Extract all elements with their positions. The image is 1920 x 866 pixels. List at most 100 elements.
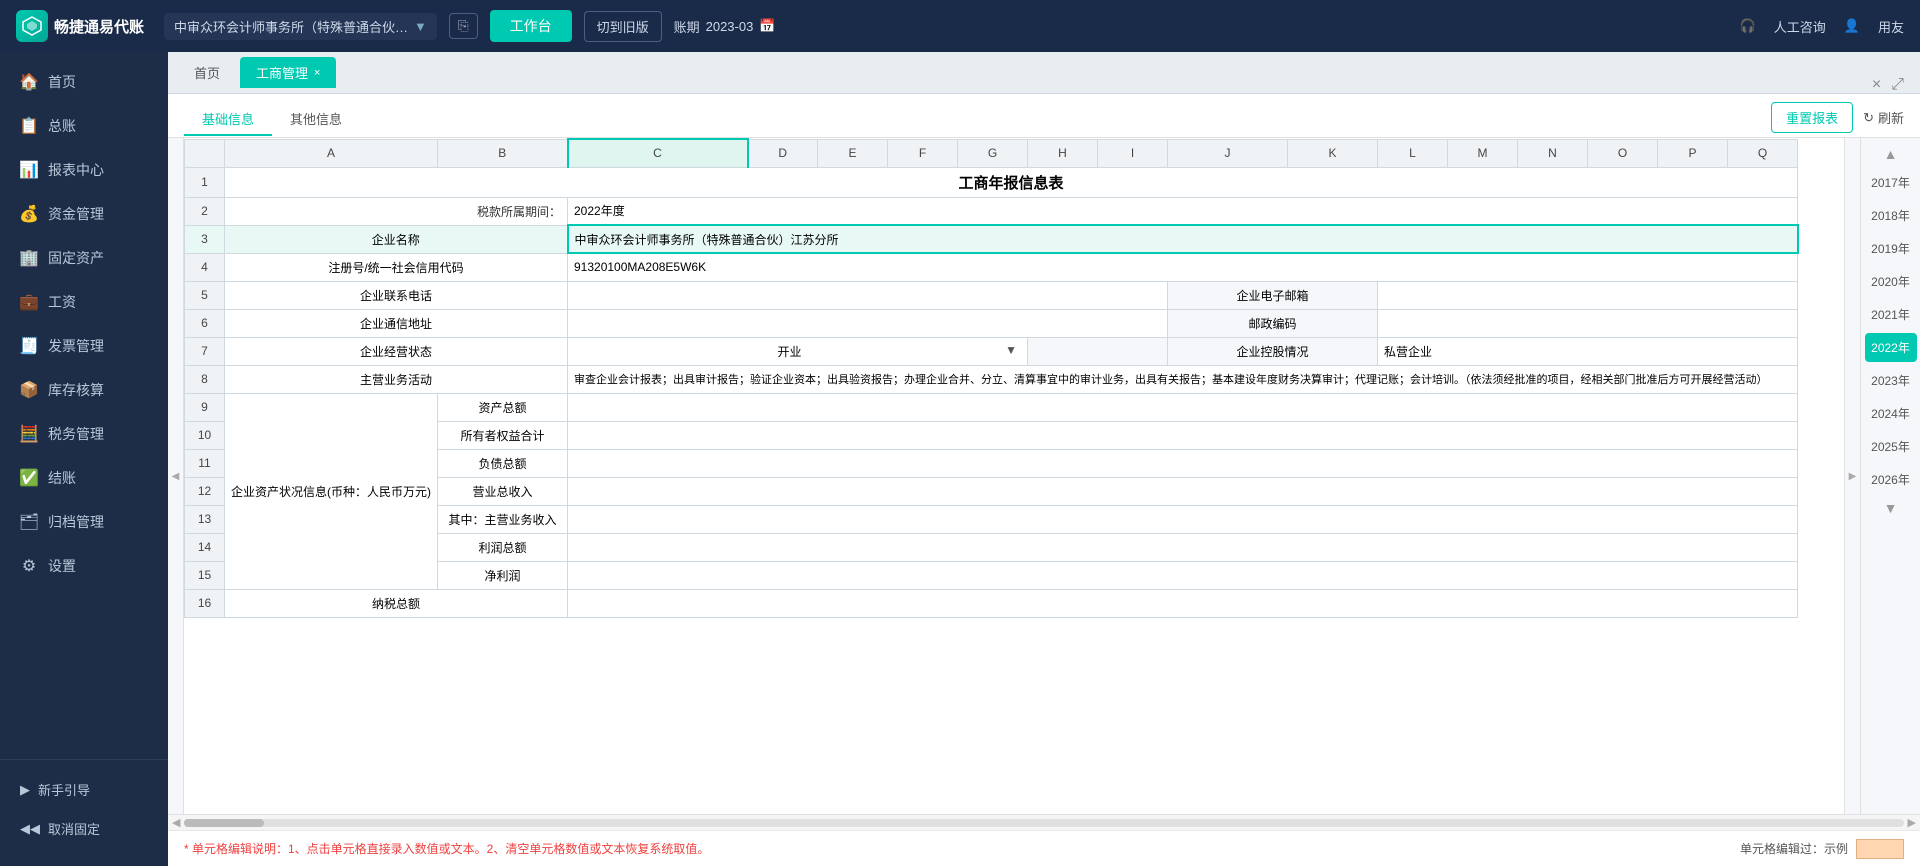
year-up-icon: ▲: [1884, 146, 1898, 162]
biz-status-value-cell[interactable]: 开业 ▼: [568, 337, 1028, 365]
year-item-2026[interactable]: 2026年: [1865, 465, 1917, 494]
year-scroll-up-btn[interactable]: ▲: [1875, 142, 1907, 166]
workbench-button[interactable]: 工作台: [490, 10, 572, 42]
sidebar-label-finance: 资金管理: [48, 204, 104, 224]
net-profit-label: 净利润: [438, 561, 568, 589]
phone-value-cell[interactable]: [568, 281, 1168, 309]
row-num-15: 15: [185, 561, 225, 589]
reset-report-button[interactable]: 重置报表: [1771, 102, 1853, 133]
sidebar-item-archive[interactable]: 🗂 归档管理: [0, 500, 168, 544]
total-profit-value-cell[interactable]: [568, 533, 1798, 561]
liability-value-cell[interactable]: [568, 449, 1798, 477]
calendar-icon[interactable]: 📅: [759, 18, 775, 34]
sidebar-label-archive: 归档管理: [48, 512, 104, 532]
year-item-2020[interactable]: 2020年: [1865, 267, 1917, 296]
user-label[interactable]: 用友: [1878, 17, 1904, 36]
year-scroll-down-btn[interactable]: ▼: [1875, 496, 1907, 520]
col-header-h[interactable]: H: [1028, 139, 1098, 167]
sidebar-item-guide[interactable]: ▶ 新手引导: [0, 770, 168, 809]
net-profit-value-cell[interactable]: [568, 561, 1798, 589]
postcode-value-cell[interactable]: [1378, 309, 1798, 337]
year-item-2023[interactable]: 2023年: [1865, 366, 1917, 395]
equity-label: 所有者权益合计: [438, 421, 568, 449]
col-header-i[interactable]: I: [1098, 139, 1168, 167]
hscroll-right-arrow[interactable]: ▶: [1908, 816, 1916, 829]
sidebar-item-invoice[interactable]: 🧾 发票管理: [0, 324, 168, 368]
equity-value-cell[interactable]: [568, 421, 1798, 449]
total-assets-value-cell[interactable]: [568, 393, 1798, 421]
year-item-2025[interactable]: 2025年: [1865, 432, 1917, 461]
col-header-b[interactable]: B: [438, 139, 568, 167]
col-header-q[interactable]: Q: [1728, 139, 1798, 167]
year-item-2024[interactable]: 2024年: [1865, 399, 1917, 428]
col-header-c[interactable]: C: [568, 139, 748, 167]
year-item-2021[interactable]: 2021年: [1865, 300, 1917, 329]
sidebar-item-inventory[interactable]: 📦 库存核算: [0, 368, 168, 412]
col-header-j[interactable]: J: [1168, 139, 1288, 167]
total-tax-value-cell[interactable]: [568, 589, 1798, 617]
year-item-2017[interactable]: 2017年: [1865, 168, 1917, 197]
col-header-k[interactable]: K: [1288, 139, 1378, 167]
hscroll-thumb[interactable]: [184, 819, 264, 827]
holding-value-cell[interactable]: 私营企业: [1378, 337, 1798, 365]
table-row: 6 企业通信地址 邮政编码: [185, 309, 1798, 337]
table-row: 7 企业经营状态 开业 ▼ 企业控股情况 私营企业: [185, 337, 1798, 365]
code-value-cell[interactable]: 91320100MA208E5W6K: [568, 253, 1798, 281]
scroll-right-btn[interactable]: ▶: [1844, 138, 1860, 814]
sidebar-item-unpin[interactable]: ◀◀ 取消固定: [0, 809, 168, 848]
refresh-label: 刷新: [1878, 108, 1904, 127]
tab-close-icon[interactable]: ×: [314, 67, 320, 79]
close-window-button[interactable]: ×: [1872, 76, 1881, 94]
sidebar-item-ledger[interactable]: 📋 总账: [0, 104, 168, 148]
tab-bizmanage[interactable]: 工商管理 ×: [240, 57, 336, 88]
expand-window-button[interactable]: ⤢: [1891, 76, 1904, 94]
tab-home[interactable]: 首页: [178, 57, 236, 88]
main-biz-value-cell[interactable]: 审查企业会计报表；出具审计报告；验证企业资本；出具验资报告；办理企业合并、分立、…: [568, 365, 1798, 393]
tab-other-info[interactable]: 其他信息: [272, 103, 360, 136]
col-header-g[interactable]: G: [958, 139, 1028, 167]
col-header-l[interactable]: L: [1378, 139, 1448, 167]
home-icon: 🏠: [20, 73, 38, 91]
col-header-o[interactable]: O: [1588, 139, 1658, 167]
oldver-button[interactable]: 切到旧版: [584, 11, 662, 42]
year-item-2022[interactable]: 2022年: [1865, 333, 1917, 362]
tabbar: 首页 工商管理 ×: [168, 52, 1920, 94]
sidebar-item-salary[interactable]: 💼 工资: [0, 280, 168, 324]
col-header-n[interactable]: N: [1518, 139, 1588, 167]
col-header-f[interactable]: F: [888, 139, 958, 167]
address-value-cell[interactable]: [568, 309, 1168, 337]
total-revenue-value-cell[interactable]: [568, 477, 1798, 505]
sidebar-item-home[interactable]: 🏠 首页: [0, 60, 168, 104]
support-label[interactable]: 人工咨询: [1774, 17, 1826, 36]
col-header-d[interactable]: D: [748, 139, 818, 167]
company-selector[interactable]: 中审众环会计师事务所（特殊普通合伙… ▼: [164, 13, 437, 40]
tab-basic-info[interactable]: 基础信息: [184, 103, 272, 136]
refresh-button[interactable]: ↻ 刷新: [1863, 108, 1904, 127]
sidebar-item-reports[interactable]: 📊 报表中心: [0, 148, 168, 192]
company-name-value-cell[interactable]: 中审众环会计师事务所（特殊普通合伙）江苏分所: [568, 225, 1798, 253]
sidebar-item-close[interactable]: ✅ 结账: [0, 456, 168, 500]
sidebar-item-tax[interactable]: 🧮 税务管理: [0, 412, 168, 456]
col-header-a[interactable]: A: [225, 139, 438, 167]
hscroll-left-arrow[interactable]: ◀: [172, 816, 180, 829]
year-item-2018[interactable]: 2018年: [1865, 201, 1917, 230]
hscroll-track[interactable]: [184, 819, 1903, 827]
col-header-e[interactable]: E: [818, 139, 888, 167]
sidebar-item-assets[interactable]: 🏢 固定资产: [0, 236, 168, 280]
main-revenue-value-cell[interactable]: [568, 505, 1798, 533]
row-num-12: 12: [185, 477, 225, 505]
email-value-cell[interactable]: [1378, 281, 1798, 309]
hscroll-bar[interactable]: ◀ ▶: [168, 814, 1920, 830]
spreadsheet-container[interactable]: A B C D E F G H I J: [184, 138, 1844, 814]
scroll-left-btn[interactable]: ◀: [168, 138, 184, 814]
year-item-2019[interactable]: 2019年: [1865, 234, 1917, 263]
table-row: 3 企业名称 中审众环会计师事务所（特殊普通合伙）江苏分所: [185, 225, 1798, 253]
sample-cell: [1856, 839, 1904, 859]
sidebar-item-settings[interactable]: ⚙ 设置: [0, 544, 168, 588]
sheet-title-cell[interactable]: 工商年报信息表: [225, 167, 1798, 197]
copy-icon-btn[interactable]: ⎘: [449, 13, 478, 39]
col-header-p[interactable]: P: [1658, 139, 1728, 167]
sidebar-item-finance[interactable]: 💰 资金管理: [0, 192, 168, 236]
col-header-m[interactable]: M: [1448, 139, 1518, 167]
period-value-cell[interactable]: 2022年度: [568, 197, 1798, 225]
